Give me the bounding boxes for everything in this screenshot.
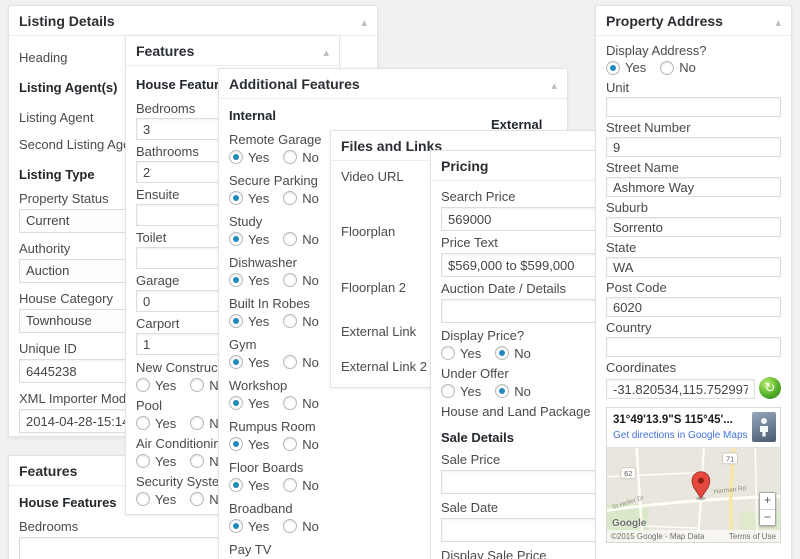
zoom-out-button[interactable]: − — [760, 509, 775, 525]
radio-yes[interactable]: Yes — [136, 454, 176, 469]
radio-no[interactable]: No — [283, 232, 319, 247]
post-code-input[interactable] — [606, 297, 781, 317]
google-logo: Google — [612, 518, 647, 529]
radio-yes[interactable]: Yes — [229, 437, 269, 452]
collapse-icon[interactable]: ▴ — [323, 45, 329, 61]
radio-no[interactable]: No — [283, 437, 319, 452]
coordinates-label: Coordinates — [606, 360, 677, 375]
radio-yes[interactable]: Yes — [441, 346, 481, 361]
radio-yes[interactable]: Yes — [229, 519, 269, 534]
map-card: 31°49'13.9"S 115°45'... Get directions i… — [606, 407, 781, 543]
radio-yes[interactable]: Yes — [136, 492, 176, 507]
radio-yes[interactable]: Yes — [229, 478, 269, 493]
state-input[interactable] — [606, 257, 781, 277]
features-title: Features ▴ — [126, 36, 339, 66]
refresh-coordinates-icon[interactable]: ↻ — [759, 377, 781, 399]
radio-yes[interactable]: Yes — [229, 191, 269, 206]
svg-text:71: 71 — [726, 454, 734, 463]
display-address-label: Display Address? — [606, 43, 707, 58]
collapse-icon[interactable]: ▴ — [361, 15, 367, 31]
radio-yes[interactable]: Yes — [229, 232, 269, 247]
radio-no[interactable]: No — [283, 191, 319, 206]
unit-label: Unit — [606, 80, 630, 95]
property-address-title: Property Address ▴ — [596, 6, 791, 36]
radio-yes[interactable]: Yes — [229, 396, 269, 411]
radio-yes[interactable]: Yes — [136, 378, 176, 393]
radio-yes[interactable]: Yes — [229, 273, 269, 288]
collapse-icon[interactable]: ▴ — [551, 78, 557, 94]
radio-no[interactable]: No — [283, 314, 319, 329]
street-name-input[interactable] — [606, 177, 781, 197]
map-zoom-control: + − — [759, 492, 776, 526]
map-copyright: ©2015 Google - Map Data — [611, 531, 705, 541]
coordinates-row: ↻ — [606, 377, 781, 399]
suburb-label: Suburb — [606, 200, 648, 215]
street-number-label: Street Number — [606, 120, 691, 135]
additional-features-title: Additional Features ▴ — [219, 69, 567, 99]
admin-screen: Listing Details ▴ Heading Listing Agent(… — [0, 0, 800, 559]
route-shield-71: 71 — [722, 452, 738, 465]
radio-no[interactable]: No — [495, 384, 531, 399]
radio-yes[interactable]: Yes — [136, 416, 176, 431]
street-number-input[interactable] — [606, 137, 781, 157]
country-input[interactable] — [606, 337, 781, 357]
route-shield-62: 62 — [620, 467, 637, 480]
suburb-input[interactable] — [606, 217, 781, 237]
collapse-icon[interactable]: ▴ — [775, 15, 781, 31]
radio-yes[interactable]: Yes — [229, 150, 269, 165]
terms-of-use-link[interactable]: Terms of Use — [729, 532, 776, 541]
radio-no[interactable]: No — [283, 273, 319, 288]
listing-details-title: Listing Details ▴ — [9, 6, 377, 36]
radio-no[interactable]: No — [495, 346, 531, 361]
street-view-thumbnail[interactable] — [752, 412, 776, 442]
radio-no[interactable]: No — [660, 60, 696, 75]
map-attribution: ©2015 Google - Map Data Terms of Use — [607, 530, 780, 542]
svg-text:62: 62 — [624, 469, 632, 478]
pegman-icon — [760, 418, 768, 437]
map-header: 31°49'13.9"S 115°45'... Get directions i… — [607, 408, 780, 447]
radio-no[interactable]: No — [283, 519, 319, 534]
street-name-label: Street Name — [606, 160, 679, 175]
map-coordinates-text: 31°49'13.9"S 115°45'... — [613, 414, 733, 426]
unit-input[interactable] — [606, 97, 781, 117]
property-address-panel: Property Address ▴ Display Address? Yes … — [595, 5, 792, 559]
radio-yes[interactable]: Yes — [229, 355, 269, 370]
map-viewport[interactable]: 62 71 St Helier Dr Harman Rd Padbury Cir — [607, 447, 780, 542]
get-directions-link[interactable]: Get directions in Google Maps — [613, 429, 748, 442]
radio-no[interactable]: No — [283, 355, 319, 370]
state-label: State — [606, 240, 637, 255]
zoom-in-button[interactable]: + — [760, 493, 775, 509]
radio-no[interactable]: No — [283, 396, 319, 411]
post-code-label: Post Code — [606, 280, 667, 295]
country-label: Country — [606, 320, 652, 335]
radio-yes[interactable]: Yes — [441, 384, 481, 399]
radio-yes[interactable]: Yes — [229, 314, 269, 329]
display-address-radios: Yes No — [606, 60, 781, 75]
radio-no[interactable]: No — [283, 478, 319, 493]
radio-yes[interactable]: Yes — [606, 60, 646, 75]
coordinates-input[interactable] — [606, 379, 755, 399]
radio-no[interactable]: No — [283, 150, 319, 165]
